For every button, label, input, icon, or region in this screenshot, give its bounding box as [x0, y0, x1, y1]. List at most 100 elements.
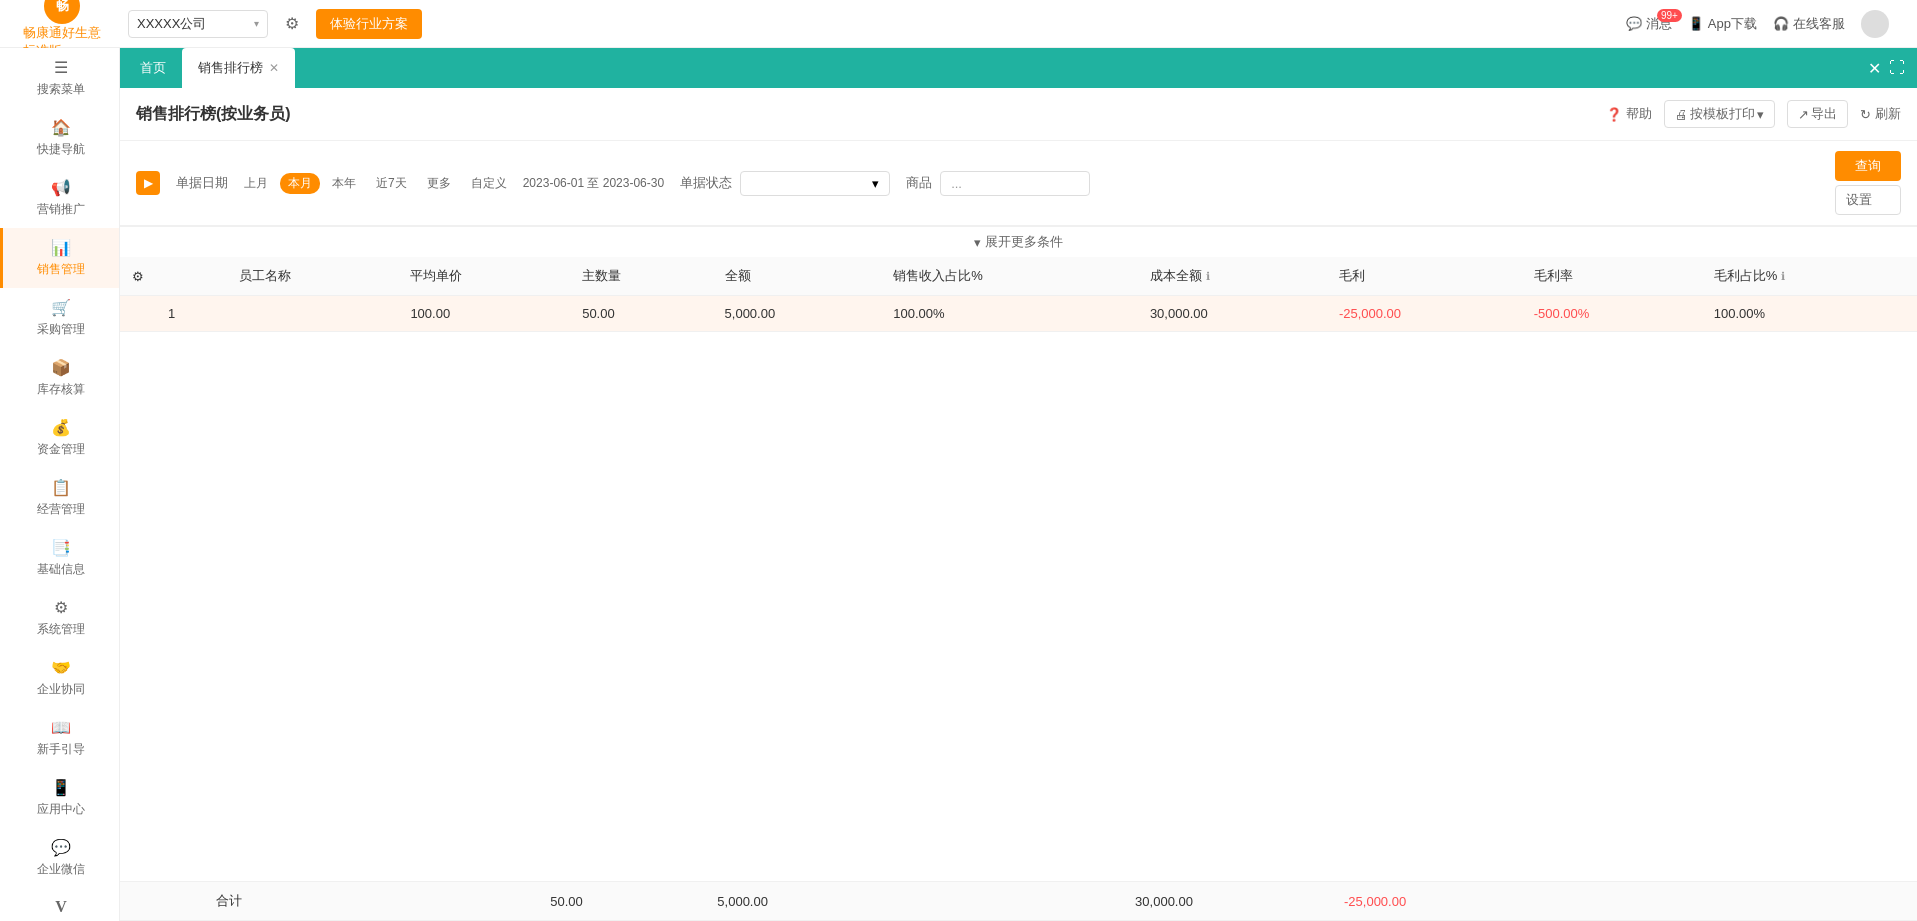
print-chevron-icon: ▾ [1757, 107, 1764, 122]
refresh-btn[interactable]: ↻ 刷新 [1860, 105, 1901, 123]
col-amount-header: 全额 [713, 257, 882, 296]
message-btn[interactable]: 💬 消息 99+ [1626, 15, 1672, 33]
col-cost-header: 成本全额 ℹ [1138, 257, 1327, 296]
col-settings-header[interactable]: ⚙ [120, 257, 156, 296]
wechat-icon: 💬 [51, 838, 71, 857]
sidebar-item-search-order[interactable]: ☰ 搜索菜单 [0, 48, 119, 108]
content-area: 首页 销售排行榜 ✕ ✕ ⛶ 销售排行榜(按业务员) ❓ 帮助 [120, 48, 1917, 921]
page-header: 销售排行榜(按业务员) ❓ 帮助 🖨 按模板打印 ▾ ↗ 导出 [120, 88, 1917, 141]
col-name-header: 员工名称 [227, 257, 399, 296]
company-selector[interactable]: XXXXX公司 ▾ [128, 10, 268, 38]
company-name: XXXXX公司 [137, 15, 250, 33]
sidebar-item-app-center[interactable]: 📱 应用中心 [0, 768, 119, 828]
footer-amount-cell: 5,000.00 [705, 882, 914, 921]
refresh-icon: ↻ [1860, 107, 1871, 122]
date-tab-last-month[interactable]: 上月 [236, 173, 276, 194]
headset-icon: 🎧 [1773, 16, 1789, 31]
row-name-cell [227, 296, 399, 332]
tab-close-all-btn[interactable]: ✕ [1868, 59, 1881, 78]
tab-expand-btn[interactable]: ⛶ [1889, 59, 1905, 77]
system-icon: ⚙ [54, 598, 68, 617]
sidebar-item-member[interactable]: V 畅会员 [0, 888, 119, 921]
sales-icon: 📊 [51, 238, 71, 257]
sidebar-item-sales-mgmt[interactable]: 📊 销售管理 [0, 228, 119, 288]
sidebar-item-marketing[interactable]: 📢 营销推广 [0, 168, 119, 228]
col-gross-header: 毛利 [1327, 257, 1522, 296]
date-tab-this-year[interactable]: 本年 [324, 173, 364, 194]
footer-avg-price-cell [371, 882, 538, 921]
table-footer: 合计 50.00 5,000.00 30,000.00 -25,000.00 [120, 881, 1917, 921]
trial-button[interactable]: 体验行业方案 [316, 9, 422, 39]
main-layout: ☰ 搜索菜单 🏠 快捷导航 📢 营销推广 📊 销售管理 🛒 采购管理 📦 库存核… [0, 48, 1917, 921]
user-avatar[interactable] [1861, 10, 1889, 38]
col-gross-pct-header: 毛利占比% ℹ [1702, 257, 1917, 296]
date-tab-more[interactable]: 更多 [419, 173, 459, 194]
goods-dropdown[interactable]: ... [940, 171, 1090, 196]
message-badge: 99+ [1657, 9, 1682, 22]
tab-home[interactable]: 首页 [124, 48, 182, 88]
col-sales-pct-header: 销售收入占比% [881, 257, 1138, 296]
sidebar-item-finance[interactable]: 💰 资金管理 [0, 408, 119, 468]
sidebar-item-quick-nav[interactable]: 🏠 快捷导航 [0, 108, 119, 168]
col-avg-price-header: 平均单价 [398, 257, 570, 296]
sidebar-item-operations[interactable]: 📋 经营管理 [0, 468, 119, 528]
marketing-icon: 📢 [51, 178, 71, 197]
tab-sales-rank[interactable]: 销售排行榜 ✕ [182, 48, 295, 88]
status-label: 单据状态 [680, 174, 732, 192]
row-qty-cell: 50.00 [570, 296, 712, 332]
status-dropdown[interactable]: ▾ [740, 171, 890, 196]
date-label: 单据日期 [176, 174, 228, 192]
template-print-btn[interactable]: 🖨 按模板打印 ▾ [1664, 100, 1775, 128]
gross-pct-info-icon[interactable]: ℹ [1781, 270, 1785, 282]
goods-label: 商品 [906, 174, 932, 192]
app-download-btn[interactable]: 📱 App下载 [1688, 15, 1757, 33]
sidebar-item-wechat[interactable]: 💬 企业微信 [0, 828, 119, 888]
date-tabs: 上月 本月 本年 近7天 更多 自定义 [236, 173, 515, 194]
query-settings-col: 查询 设置 [1835, 151, 1901, 215]
row-cost-cell: 30,000.00 [1138, 296, 1327, 332]
expand-conditions-btn[interactable]: ▾ 展开更多条件 [120, 226, 1917, 257]
tab-close-icon[interactable]: ✕ [269, 61, 279, 75]
row-gross-pct-cell: 100.00% [1702, 296, 1917, 332]
search-menu-icon: ☰ [54, 58, 68, 77]
date-tab-last-7[interactable]: 近7天 [368, 173, 415, 194]
date-tab-this-month[interactable]: 本月 [280, 173, 320, 194]
sidebar-item-purchase-mgmt[interactable]: 🛒 采购管理 [0, 288, 119, 348]
online-service-btn[interactable]: 🎧 在线客服 [1773, 15, 1845, 33]
sidebar-item-inventory[interactable]: 📦 库存核算 [0, 348, 119, 408]
row-settings-cell [120, 296, 156, 332]
goods-placeholder: ... [951, 176, 1079, 191]
export-btn[interactable]: ↗ 导出 [1787, 100, 1848, 128]
cost-info-icon[interactable]: ℹ [1206, 270, 1210, 282]
row-sales-pct-cell: 100.00% [881, 296, 1138, 332]
footer-sales-pct-cell [914, 882, 1123, 921]
sidebar-item-basic-info[interactable]: 📑 基础信息 [0, 528, 119, 588]
company-settings-icon[interactable]: ⚙ [276, 8, 308, 40]
sidebar-item-enterprise-collab[interactable]: 🤝 企业协同 [0, 648, 119, 708]
date-range-text: 2023-06-01 至 2023-06-30 [523, 175, 664, 192]
footer-gross-rate-cell [1541, 882, 1750, 921]
data-table: ⚙ 员工名称 平均单价 主数量 全额 销售收入占比% 成本全额 ℹ 毛利 [120, 257, 1917, 332]
sidebar-item-sys-mgmt[interactable]: ⚙ 系统管理 [0, 588, 119, 648]
query-button[interactable]: 查询 [1835, 151, 1901, 181]
footer-gross-cell: -25,000.00 [1332, 882, 1541, 921]
sidebar-item-guide[interactable]: 📖 新手引导 [0, 708, 119, 768]
status-chevron-icon: ▾ [872, 176, 879, 191]
help-btn[interactable]: ❓ 帮助 [1606, 105, 1652, 123]
footer-gross-pct-cell [1750, 882, 1917, 921]
footer-cost-cell: 30,000.00 [1123, 882, 1332, 921]
home-icon: 🏠 [51, 118, 71, 137]
filter-toggle-btn[interactable]: ▶ [136, 171, 160, 195]
purchase-icon: 🛒 [51, 298, 71, 317]
date-tab-custom[interactable]: 自定义 [463, 173, 515, 194]
footer-label-cell: 合计 [204, 882, 371, 921]
table-container: ⚙ 员工名称 平均单价 主数量 全额 销售收入占比% 成本全额 ℹ 毛利 [120, 257, 1917, 881]
col-qty-header: 主数量 [570, 257, 712, 296]
settings-link[interactable]: 设置 [1835, 185, 1901, 215]
row-gross-cell: -25,000.00 [1327, 296, 1522, 332]
page-content: 销售排行榜(按业务员) ❓ 帮助 🖨 按模板打印 ▾ ↗ 导出 [120, 88, 1917, 921]
export-icon: ↗ [1798, 107, 1809, 122]
col-rank-header [156, 257, 227, 296]
row-avg-price-cell: 100.00 [398, 296, 570, 332]
status-filter-section: 单据状态 ▾ [680, 171, 890, 196]
